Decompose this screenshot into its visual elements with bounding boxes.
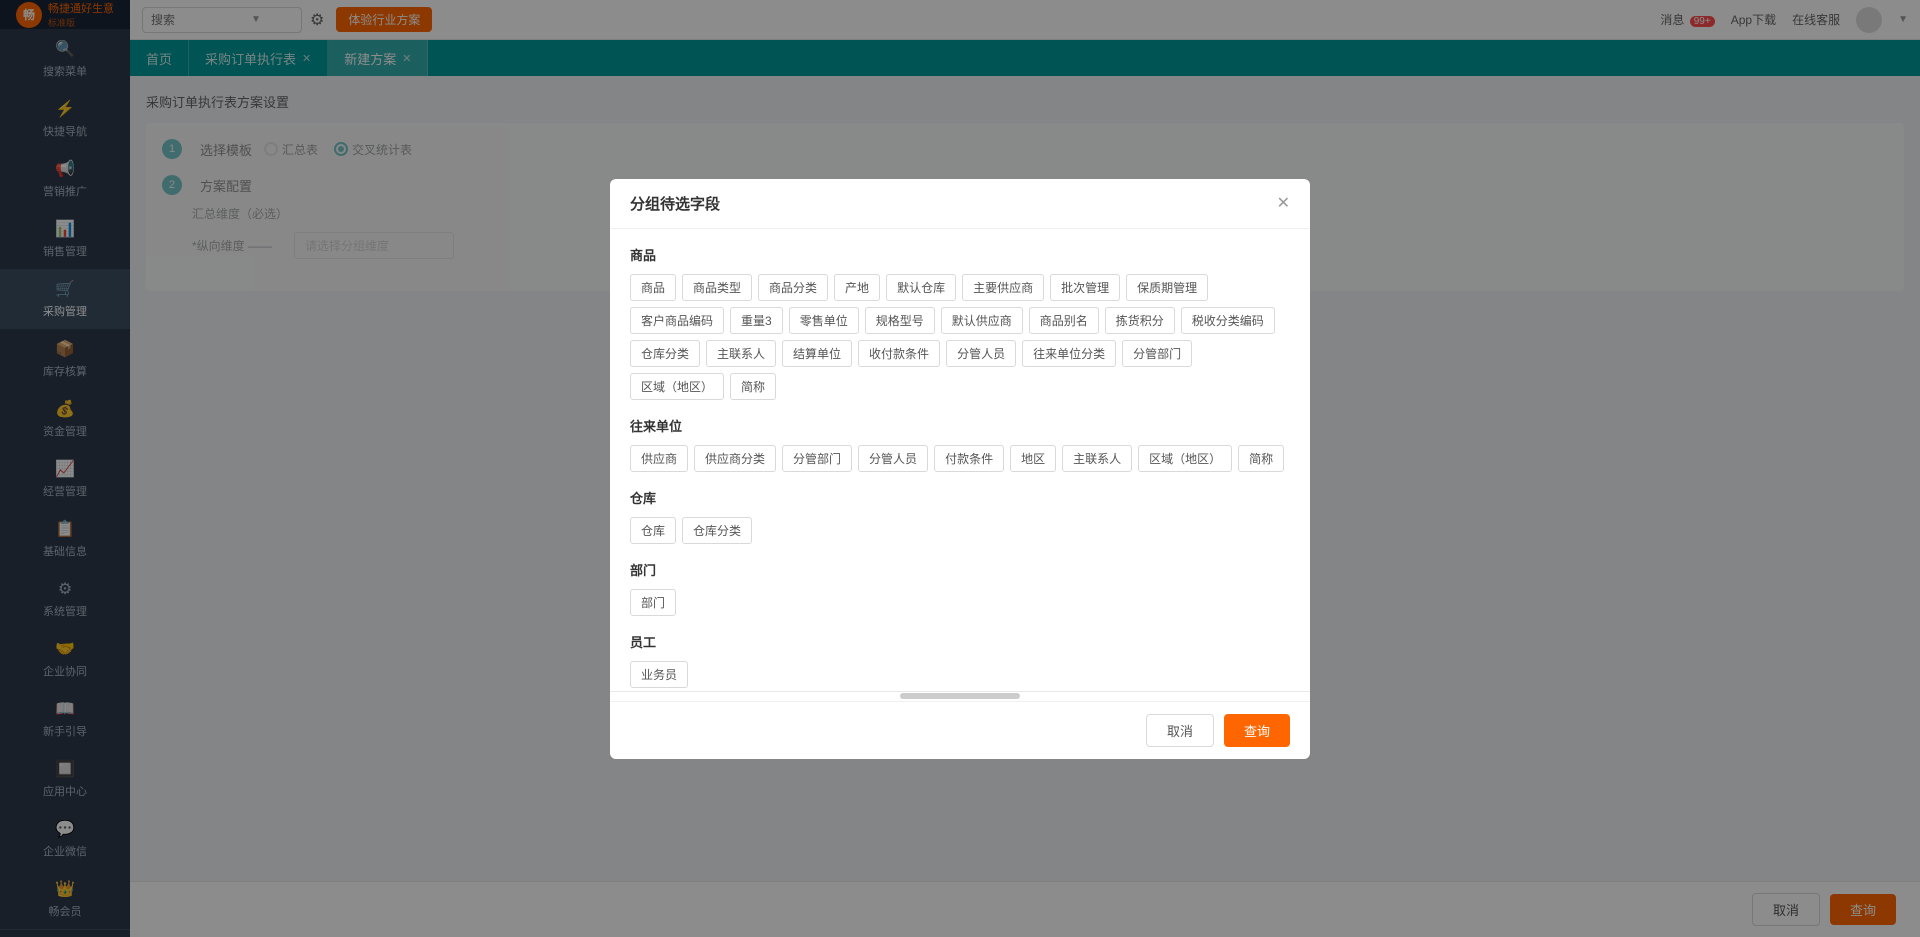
tag-dept-partner[interactable]: 分管部门	[782, 445, 852, 472]
section-title-staff: 员工	[630, 632, 1290, 651]
tag-warehouse-category[interactable]: 仓库分类	[630, 340, 700, 367]
confirm-button[interactable]: 查询	[1224, 714, 1290, 747]
modal-close-btn[interactable]: ✕	[1277, 193, 1290, 213]
tag-shelf-life[interactable]: 保质期管理	[1126, 274, 1208, 301]
section-title-dept: 部门	[630, 560, 1290, 579]
tag-dept[interactable]: 部门	[630, 589, 676, 616]
tag-default-supplier[interactable]: 默认供应商	[941, 307, 1023, 334]
tag-spec-model[interactable]: 规格型号	[865, 307, 935, 334]
warehouse-tags: 仓库 仓库分类	[630, 517, 1290, 544]
tag-area[interactable]: 地区	[1010, 445, 1056, 472]
dept-tags: 部门	[630, 589, 1290, 616]
tag-main-contact[interactable]: 主联系人	[706, 340, 776, 367]
tag-weight3[interactable]: 重量3	[730, 307, 783, 334]
tag-supplier-category[interactable]: 供应商分类	[694, 445, 776, 472]
tag-supplier[interactable]: 供应商	[630, 445, 688, 472]
cancel-button[interactable]: 取消	[1146, 714, 1214, 747]
tag-partner-category[interactable]: 往来单位分类	[1022, 340, 1116, 367]
modal-title: 分组待选字段	[630, 193, 720, 214]
tag-product-alias[interactable]: 商品别名	[1029, 307, 1099, 334]
tag-dept-mgmt[interactable]: 分管部门	[1122, 340, 1192, 367]
tag-customer-code[interactable]: 客户商品编码	[630, 307, 724, 334]
modal-footer: 取消 查询	[610, 701, 1310, 759]
tag-region-partner[interactable]: 区域（地区）	[1138, 445, 1232, 472]
tag-main-supplier[interactable]: 主要供应商	[962, 274, 1044, 301]
product-tags: 商品 商品类型 商品分类 产地 默认仓库 主要供应商 批次管理 保质期管理 客户…	[630, 274, 1290, 400]
section-title-warehouse: 仓库	[630, 488, 1290, 507]
partner-tags: 供应商 供应商分类 分管部门 分管人员 付款条件 地区 主联系人 区域（地区） …	[630, 445, 1290, 472]
staff-tags: 业务员	[630, 661, 1290, 688]
tag-short-name[interactable]: 简称	[730, 373, 776, 400]
field-select-modal: 分组待选字段 ✕ 商品 商品 商品类型 商品分类 产地 默认仓库 主要供应商 批…	[610, 179, 1310, 759]
modal-hscroll[interactable]	[610, 691, 1310, 700]
tag-batch-mgmt[interactable]: 批次管理	[1050, 274, 1120, 301]
tag-warehouse-cat[interactable]: 仓库分类	[682, 517, 752, 544]
tag-supervisor[interactable]: 分管人员	[946, 340, 1016, 367]
tag-settlement-unit[interactable]: 结算单位	[782, 340, 852, 367]
tag-region[interactable]: 区域（地区）	[630, 373, 724, 400]
tag-product-category[interactable]: 商品分类	[758, 274, 828, 301]
section-title-partner: 往来单位	[630, 416, 1290, 435]
tag-origin[interactable]: 产地	[834, 274, 880, 301]
tag-retail-unit[interactable]: 零售单位	[789, 307, 859, 334]
modal-header: 分组待选字段 ✕	[610, 179, 1310, 229]
tag-main-contact-partner[interactable]: 主联系人	[1062, 445, 1132, 472]
modal-overlay: 分组待选字段 ✕ 商品 商品 商品类型 商品分类 产地 默认仓库 主要供应商 批…	[0, 0, 1920, 937]
modal-body[interactable]: 商品 商品 商品类型 商品分类 产地 默认仓库 主要供应商 批次管理 保质期管理…	[610, 229, 1310, 692]
tag-short-name-partner[interactable]: 简称	[1238, 445, 1284, 472]
hscroll-thumb[interactable]	[900, 693, 1020, 699]
tag-product[interactable]: 商品	[630, 274, 676, 301]
tag-product-type[interactable]: 商品类型	[682, 274, 752, 301]
section-title-product: 商品	[630, 245, 1290, 264]
tag-pick-points[interactable]: 拣货积分	[1105, 307, 1175, 334]
tag-salesperson[interactable]: 业务员	[630, 661, 688, 688]
tag-payment-cond[interactable]: 付款条件	[934, 445, 1004, 472]
tag-payment-terms[interactable]: 收付款条件	[858, 340, 940, 367]
tag-default-warehouse[interactable]: 默认仓库	[886, 274, 956, 301]
tag-tax-code[interactable]: 税收分类编码	[1181, 307, 1275, 334]
tag-person-partner[interactable]: 分管人员	[858, 445, 928, 472]
tag-warehouse[interactable]: 仓库	[630, 517, 676, 544]
